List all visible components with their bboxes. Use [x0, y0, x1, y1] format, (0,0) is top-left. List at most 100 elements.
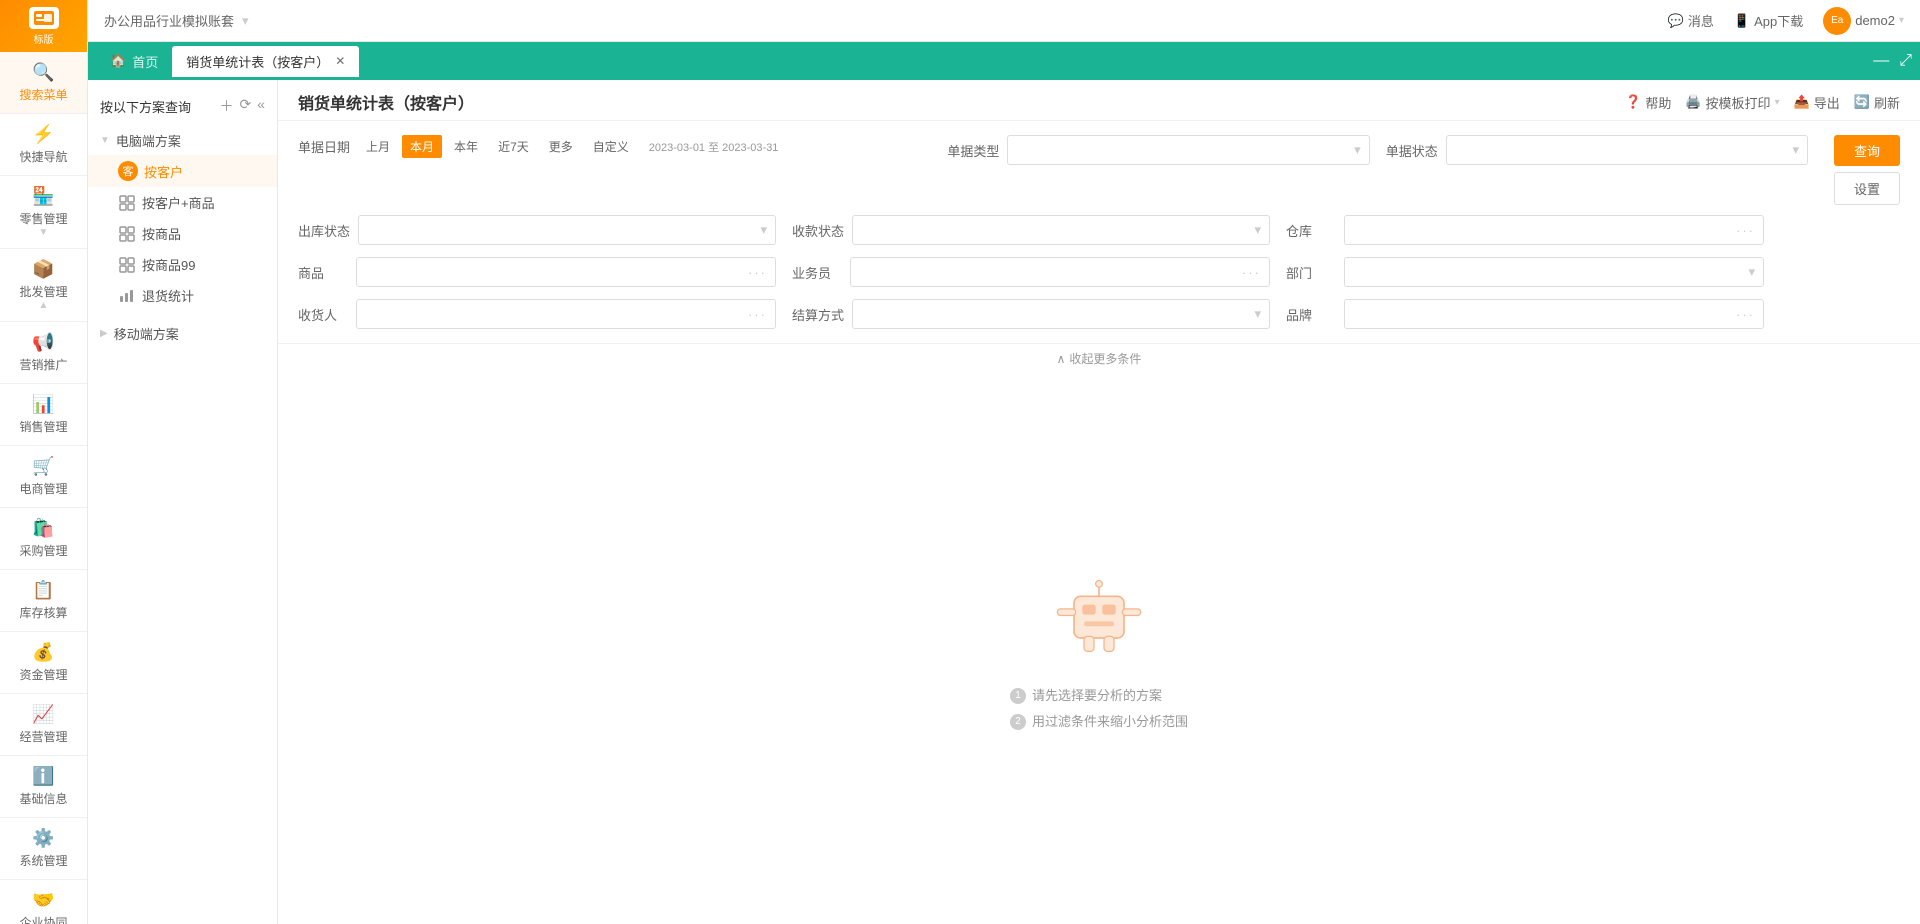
sidebar-label-system: 系统管理: [19, 852, 67, 869]
refresh-icon: 🔄: [1854, 94, 1870, 110]
tab-sales-stats[interactable]: 销货单统计表（按客户） ✕: [172, 46, 359, 77]
sidebar-item-basic[interactable]: ℹ️ 基础信息: [0, 756, 87, 818]
help-button[interactable]: ❓ 帮助: [1625, 93, 1671, 112]
date-tab-custom[interactable]: 自定义: [585, 135, 637, 158]
collapse-panel-icon[interactable]: «: [257, 96, 265, 116]
sidebar-item-system[interactable]: ⚙️ 系统管理: [0, 818, 87, 880]
receipt-status-field: 收款状态 ▾: [792, 215, 1270, 245]
sidebar-item-enterprise[interactable]: 🤝 企业协同: [0, 880, 87, 924]
logo-icon: [29, 7, 59, 29]
receipt-status-select[interactable]: ▾: [852, 215, 1270, 245]
brand-select[interactable]: ···: [1344, 299, 1764, 329]
out-status-select[interactable]: ▾: [358, 215, 776, 245]
receiver-label: 收货人: [298, 305, 348, 324]
sidebar-label-wholesale: 批发管理: [19, 283, 67, 300]
sidebar-item-operation[interactable]: 📈 经营管理: [0, 694, 87, 756]
order-status-select[interactable]: ▾: [1446, 135, 1808, 165]
desktop-section-header[interactable]: ▼ 电脑端方案: [88, 126, 277, 155]
query-button[interactable]: 查询: [1834, 135, 1900, 166]
scheme-by-goods[interactable]: 按商品: [88, 218, 277, 249]
app-download-button[interactable]: 📱 App下载: [1734, 11, 1803, 30]
mobile-section-header[interactable]: ▶ 移动端方案: [88, 319, 277, 348]
header-right: 💬 消息 📱 App下载 Ea demo2 ▾: [1668, 7, 1904, 35]
inventory-icon: 📋: [32, 580, 54, 601]
sidebar-item-wholesale[interactable]: 📦 批发管理 ▲: [0, 249, 87, 322]
sidebar-item-search[interactable]: 🔍 搜索菜单: [0, 52, 87, 114]
scheme-customer-goods[interactable]: 按客户+商品: [88, 187, 277, 218]
dept-select[interactable]: ▾: [1344, 257, 1764, 287]
sidebar-item-retail[interactable]: 🏪 零售管理 ▼: [0, 176, 87, 249]
by-goods99-icon: [118, 256, 136, 274]
sidebar-item-quicknav[interactable]: ⚡ 快捷导航: [0, 114, 87, 176]
sidebar-item-ecommerce[interactable]: 🛒 电商管理: [0, 446, 87, 508]
filter-row-3: 商品 ··· 业务员 ··· 部门 ▾: [298, 257, 1900, 287]
date-tab-more[interactable]: 更多: [541, 135, 581, 158]
settlement-label: 结算方式: [792, 305, 844, 324]
scheme-by-customer[interactable]: 客 按客户: [88, 155, 277, 187]
salesperson-select[interactable]: ···: [850, 257, 1270, 287]
scheme-by-goods99[interactable]: 按商品99: [88, 249, 277, 280]
date-tab-lastmonth[interactable]: 上月: [358, 135, 398, 158]
sidebar-item-inventory[interactable]: 📋 库存核算: [0, 570, 87, 632]
home-icon: 🏠: [110, 53, 126, 69]
out-status-label: 出库状态: [298, 221, 350, 240]
sidebar-label-retail: 零售管理: [19, 210, 67, 227]
collapse-row: ∧ 收起更多条件: [278, 343, 1920, 373]
empty-illustration: [1049, 563, 1149, 663]
sidebar-label-finance: 资金管理: [19, 666, 67, 683]
tip-2: 2 用过滤条件来缩小分析范围: [1010, 709, 1188, 735]
refresh-button[interactable]: 🔄 刷新: [1854, 93, 1900, 112]
dept-dropdown-icon: ▾: [1748, 264, 1755, 280]
tip-num-1: 1: [1010, 688, 1026, 704]
export-button[interactable]: 📤 导出: [1794, 93, 1840, 112]
filter-row-4: 收货人 ··· 结算方式 ▾ 品牌 ···: [298, 299, 1900, 329]
refresh-scheme-icon[interactable]: ⟳: [239, 96, 251, 116]
scheme-panel: 按以下方案查询 ＋ ⟳ « ▼ 电脑端方案 客 按客户: [88, 80, 278, 924]
tab-expand-icon[interactable]: ⤢: [1899, 52, 1912, 70]
message-button[interactable]: 💬 消息: [1668, 11, 1714, 30]
date-tab-thisyear[interactable]: 本年: [446, 135, 486, 158]
main-area: 办公用品行业模拟账套 ▾ 💬 消息 📱 App下载 Ea demo2 ▾ �: [88, 0, 1920, 924]
print-icon: 🖨️: [1685, 94, 1701, 110]
settlement-select[interactable]: ▾: [852, 299, 1270, 329]
quicknav-icon: ⚡: [32, 124, 54, 145]
sidebar-item-marketing[interactable]: 📢 营销推广: [0, 322, 87, 384]
settings-button[interactable]: 设置: [1834, 172, 1900, 205]
refresh-label: 刷新: [1874, 93, 1900, 112]
warehouse-select[interactable]: ···: [1344, 215, 1764, 245]
template-print-label: 按模板打印: [1706, 93, 1771, 112]
scheme-return-stats[interactable]: 退货统计: [88, 280, 277, 311]
app-subtitle: 标版: [34, 31, 54, 46]
order-type-dropdown-icon: ▾: [1354, 142, 1361, 158]
enterprise-icon: 🤝: [32, 890, 54, 911]
tab-home[interactable]: 🏠 首页: [96, 46, 172, 77]
app-logo: 标版: [0, 0, 88, 52]
collapse-button[interactable]: ∧ 收起更多条件: [1057, 350, 1142, 367]
tip-1: 1 请先选择要分析的方案: [1010, 683, 1188, 709]
goods-select[interactable]: ···: [356, 257, 776, 287]
salesperson-label: 业务员: [792, 263, 842, 282]
order-type-select[interactable]: ▾: [1007, 135, 1369, 165]
receiver-select[interactable]: ···: [356, 299, 776, 329]
dept-field: 部门 ▾: [1286, 257, 1764, 287]
system-icon: ⚙️: [32, 828, 54, 849]
tip-text-1: 请先选择要分析的方案: [1032, 683, 1162, 709]
dept-label: 部门: [1286, 263, 1336, 282]
return-stats-icon: [118, 287, 136, 305]
add-scheme-icon[interactable]: ＋: [219, 96, 233, 116]
template-print-button[interactable]: 🖨️ 按模板打印 ▾: [1685, 93, 1779, 112]
avatar: Ea: [1823, 7, 1851, 35]
sidebar-item-sales[interactable]: 📊 销售管理: [0, 384, 87, 446]
sidebar-item-finance[interactable]: 💰 资金管理: [0, 632, 87, 694]
wholesale-icon: 📦: [32, 259, 54, 280]
sidebar-item-purchase[interactable]: 🛍️ 采购管理: [0, 508, 87, 570]
user-menu[interactable]: Ea demo2 ▾: [1823, 7, 1904, 35]
page-title: 销货单统计表（按客户）: [298, 90, 474, 114]
user-dropdown-icon: ▾: [1899, 15, 1904, 26]
date-tab-thismonth[interactable]: 本月: [402, 135, 442, 158]
tab-close-icon[interactable]: ✕: [335, 54, 345, 68]
date-tab-7days[interactable]: 近7天: [490, 135, 537, 158]
panel-header-icons: ＋ ⟳ «: [219, 96, 265, 116]
tab-minimize-icon[interactable]: —: [1873, 52, 1889, 70]
sidebar-label-basic: 基础信息: [19, 790, 67, 807]
